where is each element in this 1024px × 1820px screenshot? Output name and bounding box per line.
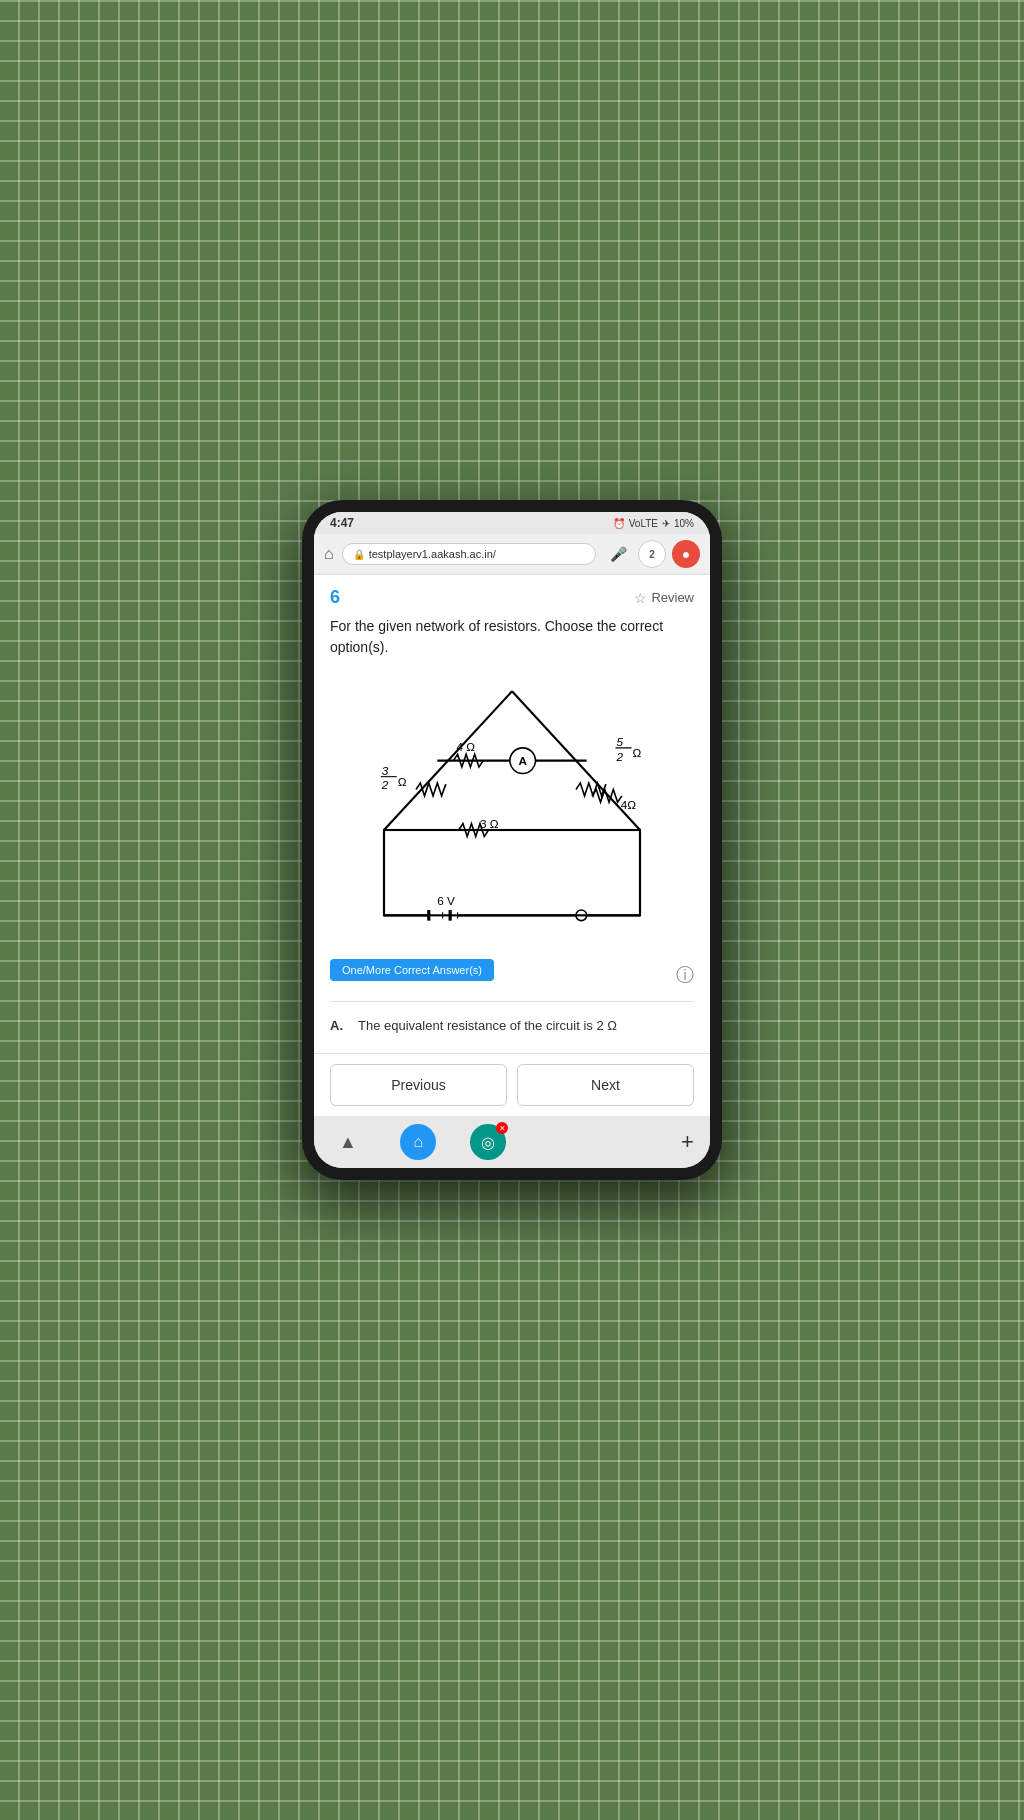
svg-text:5: 5 bbox=[617, 735, 624, 748]
previous-button[interactable]: Previous bbox=[330, 1064, 507, 1106]
home-nav-button[interactable]: ⌂ bbox=[400, 1124, 436, 1160]
browser-bar: ⌂ 🔒 testplayerv1.aakash.ac.in/ 🎤 2 ● bbox=[314, 534, 710, 575]
option-a-letter: A. bbox=[330, 1018, 350, 1033]
question-number: 6 bbox=[330, 587, 340, 608]
app-nav-button[interactable]: ◎ ✕ bbox=[470, 1124, 506, 1160]
close-badge: ✕ bbox=[496, 1122, 508, 1134]
circuit-diagram: A 3 2 Ω 5 2 bbox=[330, 670, 694, 947]
svg-text:6 V: 6 V bbox=[437, 894, 455, 907]
menu-button[interactable]: ● bbox=[672, 540, 700, 568]
svg-text:2: 2 bbox=[616, 750, 624, 763]
home-icon[interactable]: ⌂ bbox=[324, 545, 334, 563]
svg-text:2: 2 bbox=[381, 778, 389, 791]
svg-text:4 Ω: 4 Ω bbox=[457, 740, 476, 753]
svg-text:4Ω: 4Ω bbox=[621, 798, 637, 811]
svg-text:3 Ω: 3 Ω bbox=[480, 817, 499, 830]
lock-icon: 🔒 bbox=[353, 549, 365, 560]
review-button[interactable]: ☆ Review bbox=[634, 590, 694, 606]
svg-text:Ω: Ω bbox=[633, 746, 642, 759]
url-text: testplayerv1.aakash.ac.in/ bbox=[369, 548, 496, 560]
star-icon: ☆ bbox=[634, 590, 647, 606]
signal-icon: VoLTE bbox=[629, 518, 658, 529]
svg-rect-0 bbox=[384, 830, 640, 915]
answer-type-badge[interactable]: One/More Correct Answer(s) bbox=[330, 959, 494, 981]
nav-buttons: Previous Next bbox=[314, 1053, 710, 1116]
badge-row: One/More Correct Answer(s) ⓘ bbox=[330, 959, 694, 993]
question-text: For the given network of resistors. Choo… bbox=[330, 616, 694, 658]
circuit-svg: A 3 2 Ω 5 2 bbox=[352, 670, 672, 947]
option-a-row[interactable]: A. The equivalent resistance of the circ… bbox=[330, 1010, 694, 1041]
url-bar[interactable]: 🔒 testplayerv1.aakash.ac.in/ bbox=[342, 543, 596, 565]
mic-icon[interactable]: 🎤 bbox=[604, 540, 632, 568]
status-bar: 4:47 ⏰ VoLTE ✈ 10% bbox=[314, 512, 710, 534]
browser-actions: 🎤 2 ● bbox=[604, 540, 700, 568]
back-icon[interactable]: ▲ bbox=[330, 1124, 366, 1160]
svg-text:3: 3 bbox=[382, 764, 389, 777]
plus-button[interactable]: + bbox=[681, 1129, 694, 1155]
status-icons: ⏰ VoLTE ✈ 10% bbox=[613, 518, 694, 529]
next-button[interactable]: Next bbox=[517, 1064, 694, 1106]
bottom-nav-bar: ▲ ⌂ ◎ ✕ + bbox=[314, 1116, 710, 1168]
option-a-text: The equivalent resistance of the circuit… bbox=[358, 1018, 617, 1033]
svg-text:A: A bbox=[518, 754, 527, 767]
alarm-icon: ⏰ bbox=[613, 518, 625, 529]
nav-empty-2 bbox=[611, 1124, 647, 1160]
wifi-icon: ✈ bbox=[662, 518, 670, 529]
question-header: 6 ☆ Review bbox=[330, 587, 694, 608]
content-area: 6 ☆ Review For the given network of resi… bbox=[314, 575, 710, 1053]
status-time: 4:47 bbox=[330, 516, 354, 530]
nav-empty bbox=[541, 1124, 577, 1160]
tabs-button[interactable]: 2 bbox=[638, 540, 666, 568]
battery-icon: 10% bbox=[674, 518, 694, 529]
app-nav-wrapper: ◎ ✕ bbox=[470, 1124, 506, 1160]
svg-text:Ω: Ω bbox=[398, 775, 407, 788]
review-label: Review bbox=[651, 590, 694, 605]
divider bbox=[330, 1001, 694, 1002]
info-icon[interactable]: ⓘ bbox=[676, 963, 694, 987]
